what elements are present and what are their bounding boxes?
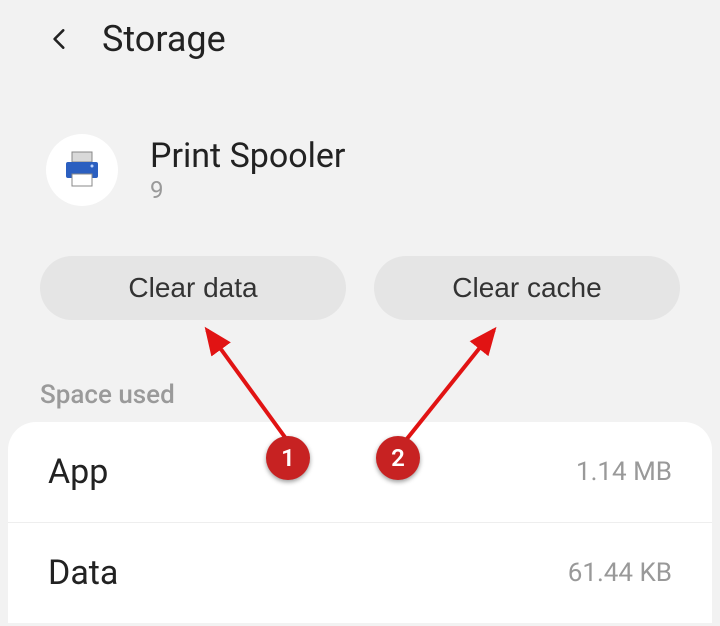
clear-data-button[interactable]: Clear data	[40, 256, 346, 320]
printer-icon	[58, 146, 106, 194]
row-data[interactable]: Data 61.44 KB	[8, 523, 712, 623]
header: Storage	[0, 0, 720, 78]
buttons-row: Clear data Clear cache	[0, 216, 720, 350]
section-label: Space used	[0, 350, 720, 422]
row-app[interactable]: App 1.14 MB	[8, 422, 712, 523]
row-label: App	[48, 452, 108, 492]
app-meta: Print Spooler 9	[150, 134, 345, 204]
page-title: Storage	[102, 18, 226, 60]
back-button[interactable]	[46, 25, 74, 53]
space-used-card: App 1.14 MB Data 61.44 KB	[8, 422, 712, 623]
app-version: 9	[150, 176, 345, 204]
row-value: 61.44 KB	[568, 558, 672, 588]
clear-cache-button[interactable]: Clear cache	[374, 256, 680, 320]
app-name: Print Spooler	[150, 136, 345, 176]
row-label: Data	[48, 553, 118, 593]
app-info: Print Spooler 9	[0, 78, 720, 216]
chevron-left-icon	[47, 26, 73, 52]
row-value: 1.14 MB	[576, 457, 672, 487]
app-icon	[46, 134, 118, 206]
